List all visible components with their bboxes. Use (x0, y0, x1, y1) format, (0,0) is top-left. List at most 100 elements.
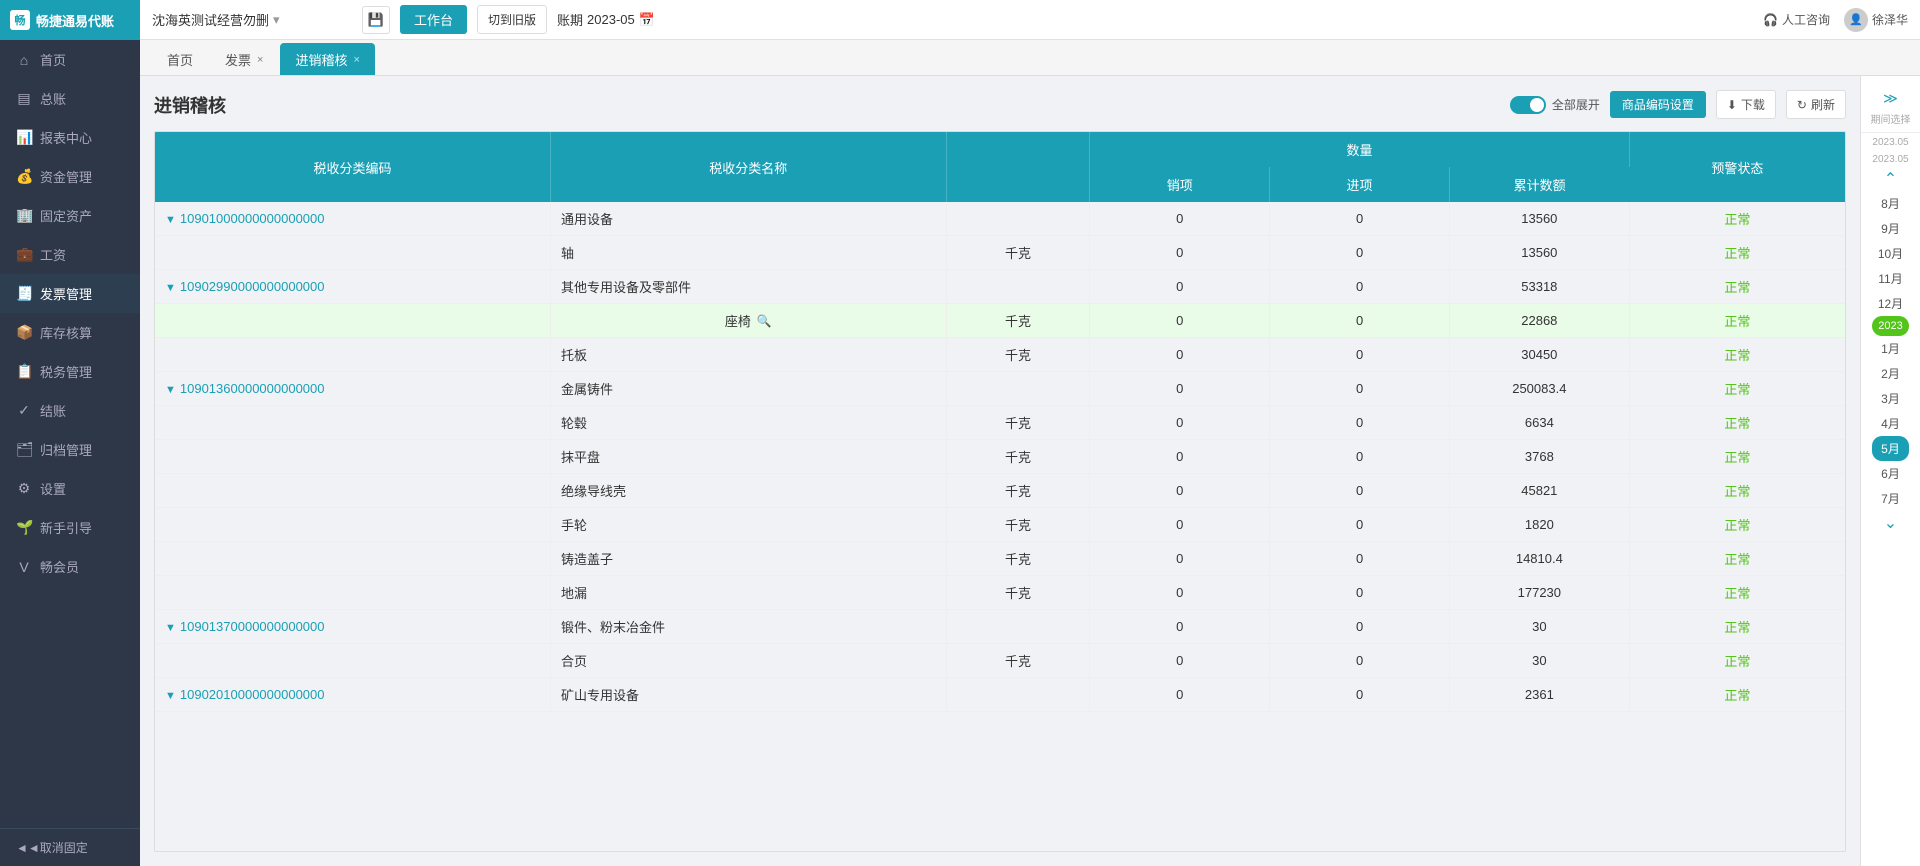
expand-icon[interactable]: ▼ (165, 214, 176, 226)
row-total: 14810.4 (1449, 542, 1629, 576)
tab-reconcile[interactable]: 进销稽核× (280, 43, 374, 75)
sidebar-item-settle[interactable]: ✓结账 (0, 391, 140, 430)
row-status: 正常 (1629, 474, 1845, 508)
period-month-3月[interactable]: 3月 (1872, 386, 1909, 411)
avatar: 👤 (1844, 8, 1868, 32)
row-code[interactable]: 10901370000000000000 (180, 619, 325, 634)
row-code[interactable]: 10902010000000000000 (180, 687, 325, 702)
sidebar-item-inventory[interactable]: 📦库存核算 (0, 313, 140, 352)
row-unit: 千克 (946, 236, 1090, 270)
table-row: 轮毂千克006634正常 (155, 406, 1845, 440)
row-code[interactable]: 10901360000000000000 (180, 381, 325, 396)
download-button[interactable]: ⬇ 下载 (1716, 90, 1776, 119)
search-icon[interactable]: 🔍 (757, 314, 772, 328)
page-title: 进销稽核 (154, 92, 226, 118)
sidebar-label-guide: 新手引导 (40, 518, 92, 537)
expand-icon[interactable]: ▼ (165, 622, 176, 634)
period-month-9月[interactable]: 9月 (1872, 216, 1909, 241)
sidebar-item-home[interactable]: ⌂首页 (0, 40, 140, 79)
table-row: ▼10901000000000000000通用设备0013560正常 (155, 202, 1845, 236)
row-code[interactable]: 10901000000000000000 (180, 211, 325, 226)
company-selector[interactable]: 沈海英测试经营勿删 ▾ (152, 10, 352, 29)
product-code-button[interactable]: 商品编码设置 (1610, 91, 1706, 118)
row-total: 30450 (1449, 338, 1629, 372)
expand-icon[interactable]: ▼ (165, 384, 176, 396)
sidebar-item-member[interactable]: V畅会员 (0, 547, 140, 586)
period-months-list: 8月9月10月11月12月20231月2月3月4月5月6月7月 (1872, 191, 1909, 511)
row-purchase: 0 (1270, 202, 1450, 236)
row-unit: 千克 (946, 644, 1090, 678)
period-month-4月[interactable]: 4月 (1872, 411, 1909, 436)
content-main: 进销稽核 全部展开 商品编码设置 ⬇ 下载 ↻ 刷 (140, 76, 1860, 866)
sidebar-item-guide[interactable]: 🌱新手引导 (0, 508, 140, 547)
sidebar-item-settings[interactable]: ⚙设置 (0, 469, 140, 508)
period-month-2023[interactable]: 2023 (1872, 316, 1909, 336)
tab-label-invoice: 发票 (225, 50, 251, 69)
period-month-10月[interactable]: 10月 (1872, 241, 1909, 266)
expand-all-toggle[interactable]: 全部展开 (1510, 96, 1600, 114)
scroll-up-button[interactable]: ⌃ (1882, 167, 1899, 191)
tab-close-invoice[interactable]: × (257, 54, 263, 66)
th-purchase: 进项 (1270, 167, 1450, 202)
row-name: 矿山专用设备 (561, 688, 639, 703)
row-sale: 0 (1090, 610, 1270, 644)
period-value: 2023-05 (587, 12, 635, 27)
sidebar-item-archive[interactable]: 🗂归档管理 (0, 430, 140, 469)
expand-icon[interactable]: ▼ (165, 282, 176, 294)
row-purchase: 0 (1270, 338, 1450, 372)
topbar: 沈海英测试经营勿删 ▾ 💾 工作台 切到旧版 账期 2023-05 📅 🎧 人工… (140, 0, 1920, 40)
period-month-2月[interactable]: 2月 (1872, 361, 1909, 386)
sidebar-item-assets[interactable]: 🏢固定资产 (0, 196, 140, 235)
sidebar-item-payroll[interactable]: 💼工资 (0, 235, 140, 274)
row-name: 通用设备 (561, 212, 613, 227)
row-purchase: 0 (1270, 610, 1450, 644)
period-month-6月[interactable]: 6月 (1872, 461, 1909, 486)
sidebar-label-reports: 报表中心 (40, 128, 92, 147)
tab-home[interactable]: 首页 (152, 43, 208, 75)
tab-close-reconcile[interactable]: × (353, 54, 359, 66)
row-status: 正常 (1629, 338, 1845, 372)
sidebar-icon-member: V (16, 559, 32, 575)
calendar-icon[interactable]: 📅 (639, 12, 655, 28)
save-button[interactable]: 💾 (362, 6, 390, 34)
toggle-switch[interactable] (1510, 96, 1546, 114)
sidebar-item-invoice[interactable]: 🧾发票管理 (0, 274, 140, 313)
user-menu[interactable]: 👤 徐泽华 (1844, 8, 1908, 32)
period-month-11月[interactable]: 11月 (1872, 266, 1909, 291)
row-total: 1820 (1449, 508, 1629, 542)
scroll-down-button[interactable]: ⌄ (1882, 511, 1899, 535)
sidebar-item-funds[interactable]: 💰资金管理 (0, 157, 140, 196)
right-panel: ≫ 期间选择 2023.05 2023.05 ⌃ 8月9月10月11月12月20… (1860, 76, 1920, 866)
row-sale: 0 (1090, 202, 1270, 236)
sidebar-icon-ledger: ▤ (16, 90, 32, 107)
sidebar-item-ledger[interactable]: ▤总账 (0, 79, 140, 118)
switch-version-button[interactable]: 切到旧版 (477, 5, 547, 34)
sidebar-footer[interactable]: ◄◄取消固定 (0, 828, 140, 866)
row-total: 6634 (1449, 406, 1629, 440)
refresh-button[interactable]: ↻ 刷新 (1786, 90, 1846, 119)
period-label: 账期 (557, 10, 583, 29)
sidebar-item-tax[interactable]: 📋税务管理 (0, 352, 140, 391)
row-unit: 千克 (946, 576, 1090, 610)
tab-invoice[interactable]: 发票 × (210, 43, 278, 75)
content-area: 进销稽核 全部展开 商品编码设置 ⬇ 下载 ↻ 刷 (140, 76, 1920, 866)
workspace-button[interactable]: 工作台 (400, 5, 467, 34)
logo-text: 畅捷通易代账 (36, 11, 114, 30)
row-sale: 0 (1090, 236, 1270, 270)
table-row: ▼10902990000000000000其他专用设备及零部件0053318正常 (155, 270, 1845, 304)
expand-icon[interactable]: ▼ (165, 690, 176, 702)
panel-collapse-header[interactable]: ≫ 期间选择 (1861, 84, 1920, 133)
row-code[interactable]: 10902990000000000000 (180, 279, 325, 294)
table-row: ▼10901360000000000000金属铸件00250083.4正常 (155, 372, 1845, 406)
period-month-8月[interactable]: 8月 (1872, 191, 1909, 216)
period-month-5月[interactable]: 5月 (1872, 436, 1909, 461)
row-total: 45821 (1449, 474, 1629, 508)
period-month-1月[interactable]: 1月 (1872, 336, 1909, 361)
row-unit: 千克 (946, 474, 1090, 508)
sidebar-icon-inventory: 📦 (16, 324, 32, 341)
row-total: 30 (1449, 610, 1629, 644)
sidebar-item-reports[interactable]: 📊报表中心 (0, 118, 140, 157)
period-month-7月[interactable]: 7月 (1872, 486, 1909, 511)
support-button[interactable]: 🎧 人工咨询 (1763, 11, 1830, 28)
period-month-12月[interactable]: 12月 (1872, 291, 1909, 316)
